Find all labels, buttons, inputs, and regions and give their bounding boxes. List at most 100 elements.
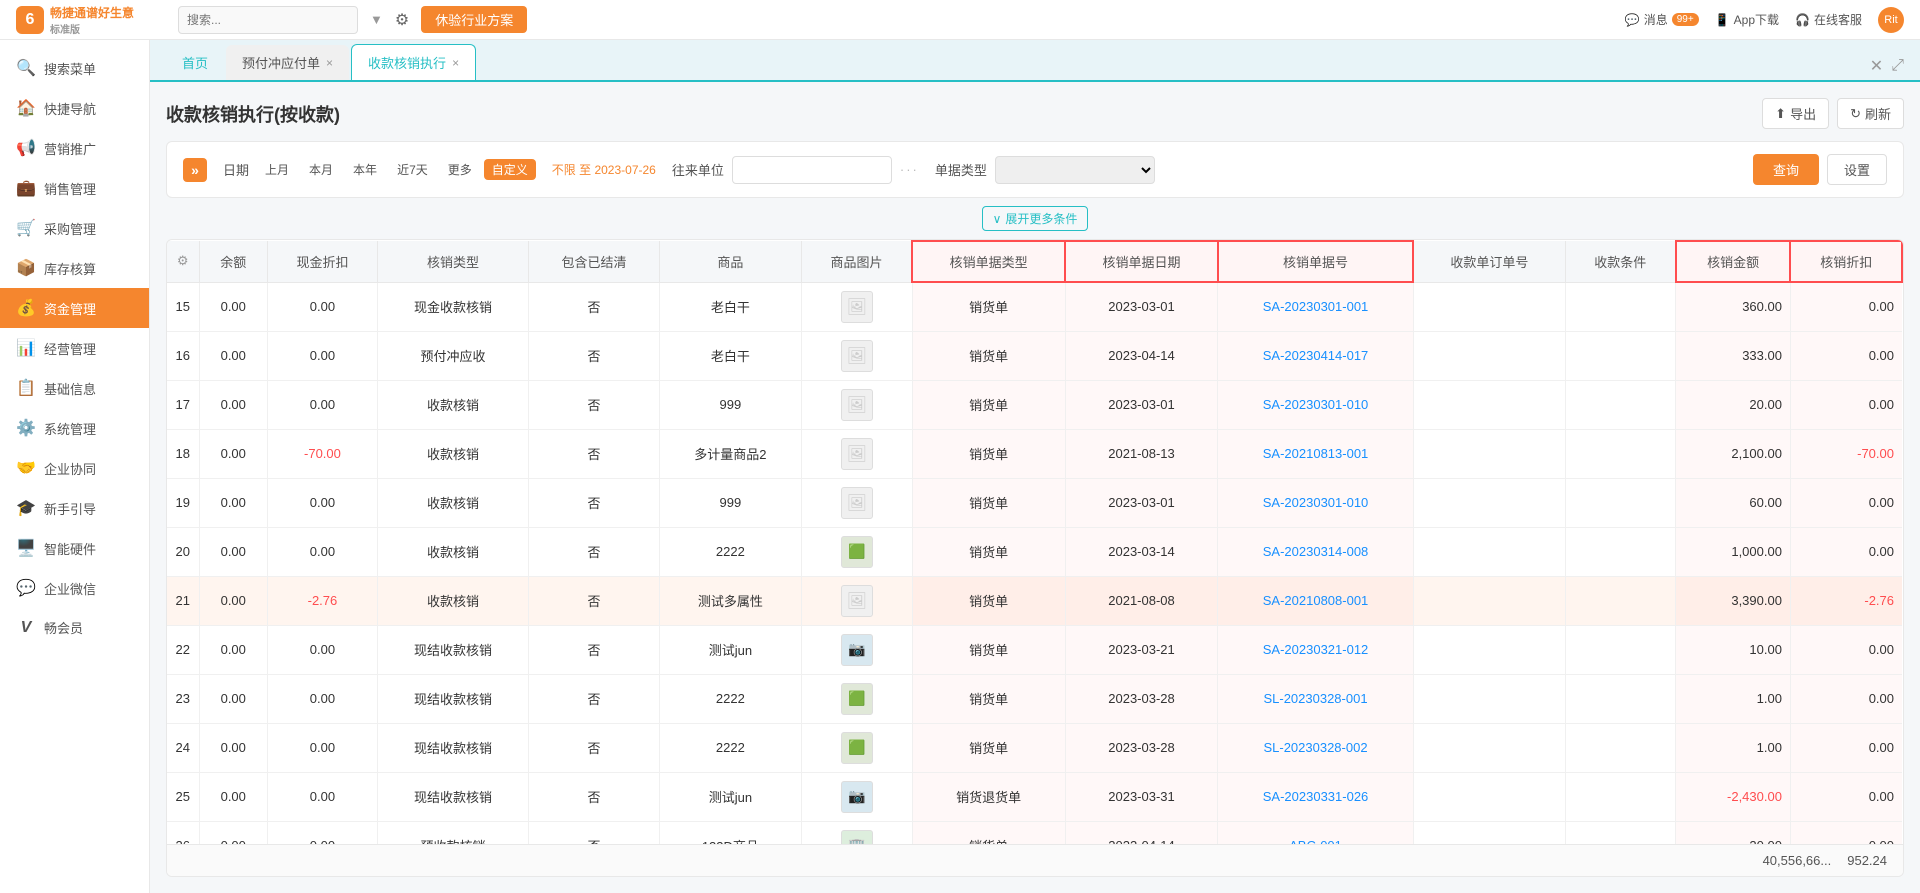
table-row: 21 0.00 -2.76 收款核销 否 测试多属性 🖼 销货单 2021-08… bbox=[167, 576, 1902, 625]
td-receipt-order-no bbox=[1413, 723, 1565, 772]
page-content: 收款核销执行(按收款) ⬆ 导出 ↻ 刷新 » 日期 bbox=[150, 82, 1920, 893]
td-receipt-condition bbox=[1565, 429, 1676, 478]
date-opt-custom[interactable]: 自定义 bbox=[484, 159, 536, 180]
sidebar-item-member[interactable]: V 畅会员 bbox=[0, 608, 149, 647]
td-bill-type: 销货单 bbox=[912, 478, 1065, 527]
bill-no-link[interactable]: SA-20210813-001 bbox=[1263, 446, 1369, 461]
maximize-icon[interactable]: ⤢ bbox=[1891, 57, 1904, 75]
td-writeoff-type: 预收款核销 bbox=[377, 821, 528, 844]
refresh-button[interactable]: ↻ 刷新 bbox=[1837, 98, 1904, 129]
td-bill-type: 销货退货单 bbox=[912, 772, 1065, 821]
sidebar-item-inventory[interactable]: 📦 库存核算 bbox=[0, 248, 149, 288]
member-icon: V bbox=[16, 619, 36, 637]
td-writeoff-amount: 1.00 bbox=[1676, 674, 1791, 723]
filter-settings-button[interactable]: 设置 bbox=[1827, 154, 1887, 185]
system-icon: ⚙️ bbox=[16, 418, 36, 438]
top-search-input[interactable] bbox=[178, 6, 358, 34]
top-bar-right: 💬 消息 99+ 📱 App下载 🎧 在线客服 Rit bbox=[1625, 7, 1904, 33]
product-image-blank: 🖼 bbox=[841, 438, 873, 470]
td-bill-no: SA-20230414-017 bbox=[1218, 331, 1413, 380]
bill-no-link[interactable]: SA-20230301-010 bbox=[1263, 495, 1369, 510]
query-button[interactable]: 查询 bbox=[1753, 154, 1819, 185]
tab-prepay[interactable]: 预付冲应付单 × bbox=[226, 45, 349, 80]
td-include-settled: 否 bbox=[529, 576, 660, 625]
sidebar-item-guide[interactable]: 🎓 新手引导 bbox=[0, 488, 149, 528]
bill-type-select[interactable] bbox=[995, 156, 1155, 184]
date-opt-7days[interactable]: 近7天 bbox=[389, 159, 436, 180]
td-receipt-condition bbox=[1565, 772, 1676, 821]
sidebar-item-nav[interactable]: 🏠 快捷导航 bbox=[0, 88, 149, 128]
sidebar-label-nav: 快捷导航 bbox=[44, 99, 96, 118]
sidebar: 🔍 搜索菜单 🏠 快捷导航 📢 营销推广 💼 销售管理 🛒 采购管理 📦 库存核… bbox=[0, 40, 150, 893]
td-receipt-order-no bbox=[1413, 527, 1565, 576]
bill-no-link[interactable]: SA-20210808-001 bbox=[1263, 593, 1369, 608]
td-bill-type: 销货单 bbox=[912, 380, 1065, 429]
source-input[interactable] bbox=[732, 156, 892, 184]
td-bill-date: 2023-03-01 bbox=[1065, 478, 1218, 527]
page-actions: ⬆ 导出 ↻ 刷新 bbox=[1762, 98, 1904, 129]
tab-home[interactable]: 首页 bbox=[166, 45, 224, 80]
td-product: 2222 bbox=[659, 723, 801, 772]
td-bill-type: 销货单 bbox=[912, 625, 1065, 674]
sidebar-item-search[interactable]: 🔍 搜索菜单 bbox=[0, 48, 149, 88]
td-bill-type: 销货单 bbox=[912, 674, 1065, 723]
sidebar-item-purchase[interactable]: 🛒 采购管理 bbox=[0, 208, 149, 248]
sidebar-item-management[interactable]: 📊 经营管理 bbox=[0, 328, 149, 368]
sidebar-item-sales[interactable]: 💼 销售管理 bbox=[0, 168, 149, 208]
message-icon: 💬 bbox=[1625, 13, 1640, 27]
settings-icon[interactable]: ⚙ bbox=[395, 10, 409, 30]
sidebar-item-basic[interactable]: 📋 基础信息 bbox=[0, 368, 149, 408]
total-amount: 40,556,66... bbox=[1763, 853, 1832, 868]
td-balance: 0.00 bbox=[199, 429, 268, 478]
bill-no-link[interactable]: SA-20230301-010 bbox=[1263, 397, 1369, 412]
bill-no-link[interactable]: SA-20230301-001 bbox=[1263, 299, 1369, 314]
sidebar-item-wechat[interactable]: 💬 企业微信 bbox=[0, 568, 149, 608]
online-service-link[interactable]: 🎧 在线客服 bbox=[1795, 11, 1862, 28]
td-writeoff-type: 收款核销 bbox=[377, 429, 528, 478]
td-writeoff-discount: -70.00 bbox=[1790, 429, 1902, 478]
bill-no-link[interactable]: SL-20230328-001 bbox=[1263, 691, 1367, 706]
industry-button[interactable]: 休验行业方案 bbox=[421, 6, 527, 33]
expand-more-button[interactable]: ∨ 展开更多条件 bbox=[982, 206, 1089, 231]
bill-no-link[interactable]: SA-20230331-026 bbox=[1263, 789, 1369, 804]
export-button[interactable]: ⬆ 导出 bbox=[1762, 98, 1829, 129]
app-name: 畅捷通谱好生意 bbox=[50, 4, 134, 21]
td-product: 测试多属性 bbox=[659, 576, 801, 625]
date-opt-this-year[interactable]: 本年 bbox=[345, 159, 385, 180]
date-opt-more[interactable]: 更多 bbox=[440, 159, 480, 180]
td-bill-date: 2023-03-28 bbox=[1065, 723, 1218, 772]
close-window-icon[interactable]: ✕ bbox=[1870, 56, 1883, 76]
sidebar-item-hardware[interactable]: 🖥️ 智能硬件 bbox=[0, 528, 149, 568]
search-chevron-icon[interactable]: ▼ bbox=[370, 12, 383, 27]
td-product-image: 📷 bbox=[801, 625, 912, 674]
filter-expand-button[interactable]: » bbox=[183, 158, 207, 182]
sidebar-item-finance[interactable]: 💰 资金管理 bbox=[0, 288, 149, 328]
table-header-row: ⚙ 余额 现金折扣 核销类型 包含已结清 商品 商品图片 核销单据类型 核销单据… bbox=[167, 241, 1902, 282]
source-filter-group: 往来单位 ··· bbox=[672, 156, 919, 184]
table-scroll-area[interactable]: ⚙ 余额 现金折扣 核销类型 包含已结清 商品 商品图片 核销单据类型 核销单据… bbox=[167, 240, 1903, 844]
th-writeoff-discount: 核销折扣 bbox=[1790, 241, 1902, 282]
column-settings-icon[interactable]: ⚙ bbox=[177, 253, 189, 268]
app-download-link[interactable]: 📱 App下载 bbox=[1715, 11, 1779, 28]
product-image-blank: 🖼 bbox=[841, 585, 873, 617]
tab-writeoff[interactable]: 收款核销执行 × bbox=[351, 44, 476, 80]
user-avatar[interactable]: Rit bbox=[1878, 7, 1904, 33]
date-opt-last-month[interactable]: 上月 bbox=[257, 159, 297, 180]
sidebar-item-collab[interactable]: 🤝 企业协同 bbox=[0, 448, 149, 488]
tab-prepay-close[interactable]: × bbox=[326, 56, 333, 70]
date-opt-this-month[interactable]: 本月 bbox=[301, 159, 341, 180]
bill-no-link[interactable]: SA-20230321-012 bbox=[1263, 642, 1369, 657]
notification-area[interactable]: 💬 消息 99+ bbox=[1625, 11, 1699, 28]
filter-action-buttons: 查询 设置 bbox=[1753, 154, 1887, 185]
td-include-settled: 否 bbox=[529, 723, 660, 772]
th-writeoff-type: 核销类型 bbox=[377, 241, 528, 282]
td-cash-discount: 0.00 bbox=[268, 821, 378, 844]
tab-writeoff-close[interactable]: × bbox=[452, 56, 459, 70]
td-bill-type: 销货单 bbox=[912, 331, 1065, 380]
sidebar-item-marketing[interactable]: 📢 营销推广 bbox=[0, 128, 149, 168]
sidebar-item-system[interactable]: ⚙️ 系统管理 bbox=[0, 408, 149, 448]
bill-no-link[interactable]: SL-20230328-002 bbox=[1263, 740, 1367, 755]
bill-no-link[interactable]: SA-20230314-008 bbox=[1263, 544, 1369, 559]
bill-no-link[interactable]: SA-20230414-017 bbox=[1263, 348, 1369, 363]
source-dots[interactable]: ··· bbox=[900, 162, 919, 177]
